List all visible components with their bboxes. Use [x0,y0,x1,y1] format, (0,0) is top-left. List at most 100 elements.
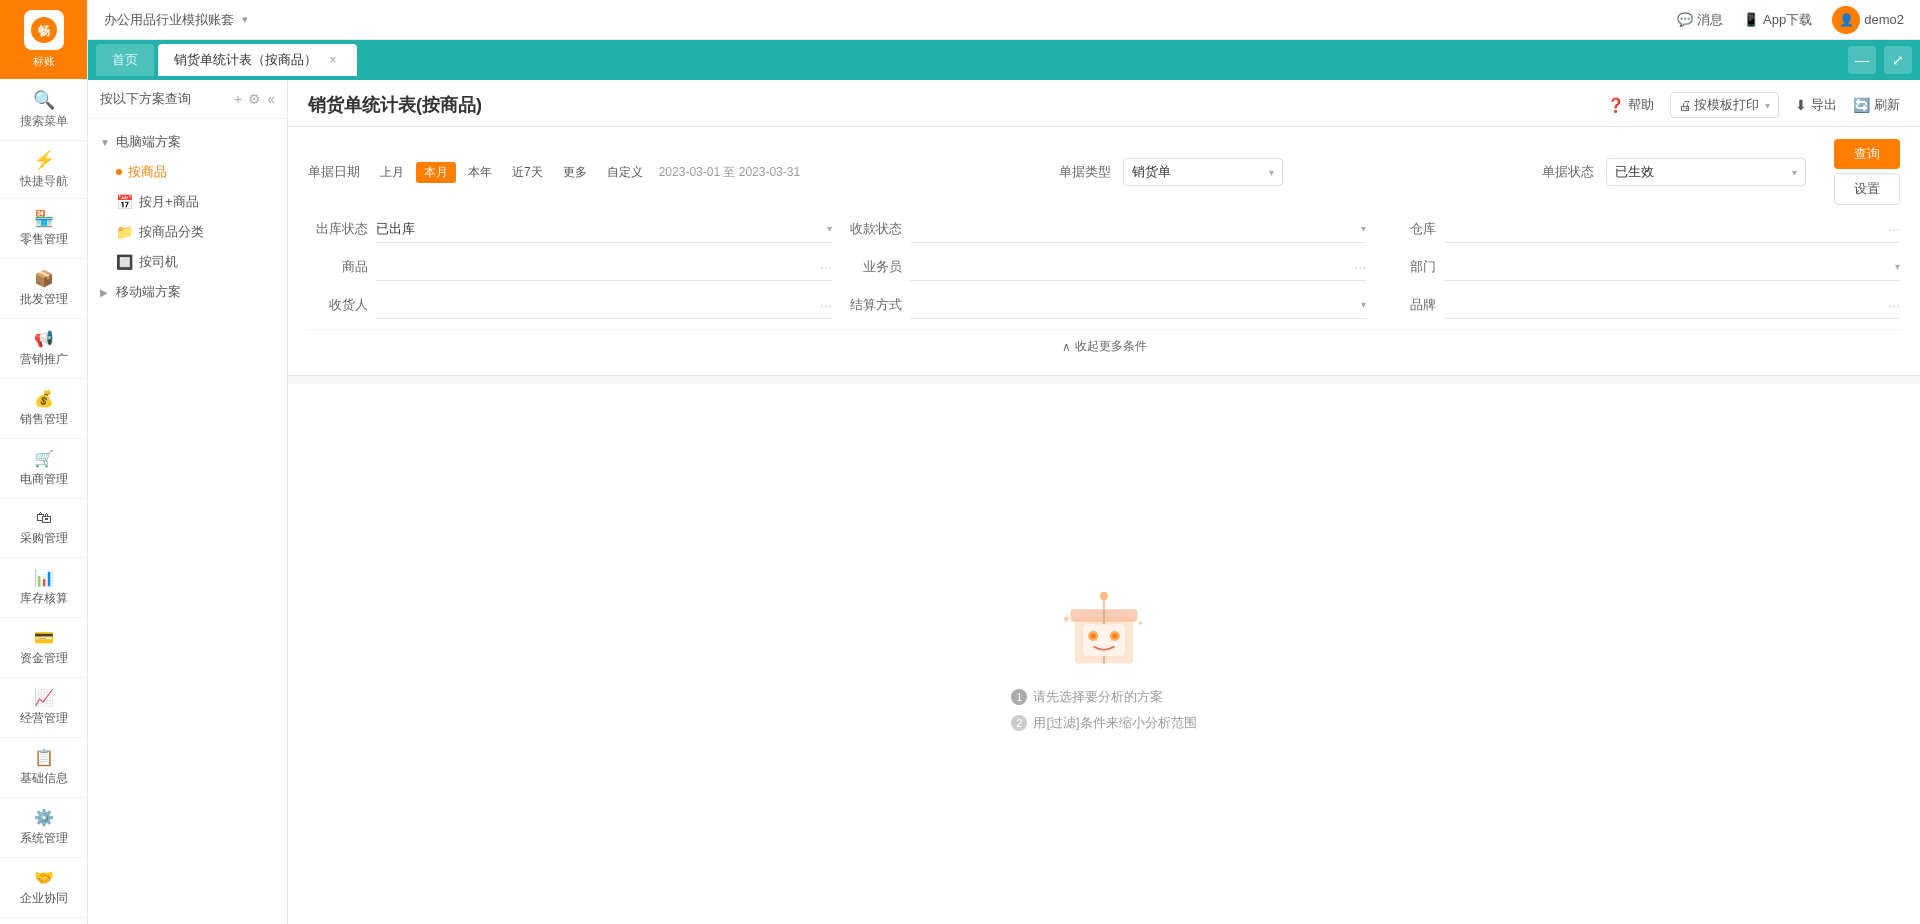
page-header-actions: ❓ 帮助 🖨 按模板打印 ▾ ⬇ 导出 🔄 刷新 [1607,92,1900,118]
print-icon: 🖨 [1679,98,1692,113]
doc-type-select[interactable]: 销货单 ▾ [1123,158,1283,186]
panel-actions: + ⚙ « [234,91,275,107]
tree-arrow-desktop: ▼ [100,137,112,148]
quick-nav-item[interactable]: ⚡ 快捷导航 [0,141,87,199]
collapse-panel-button[interactable]: « [267,91,275,107]
tree-item-by-driver[interactable]: 🔲 按司机 [88,247,287,277]
sidebar-item-operation[interactable]: 📈 经营管理 [0,678,87,738]
doc-type-value: 销货单 [1132,163,1171,181]
sales-icon: 💰 [34,389,54,408]
payment-method-arrow: ▾ [1361,299,1366,310]
message-button[interactable]: 💬 消息 [1677,11,1723,29]
svg-rect-5 [1083,624,1125,656]
sidebar-item-basic[interactable]: 📋 基础信息 [0,738,87,798]
brand-value-container[interactable]: ··· [1444,291,1900,319]
date-tab-more[interactable]: 更多 [555,162,595,183]
user-profile-button[interactable]: 👤 demo2 [1832,6,1904,34]
svg-point-11 [1100,592,1108,600]
tree-label-by-goods: 按商品 [128,163,275,181]
tree-item-by-goods[interactable]: 按商品 [88,157,287,187]
staff-label: 业务员 [842,258,902,276]
finance-label: 资金管理 [20,650,68,667]
settings-scheme-button[interactable]: ⚙ [248,91,261,107]
date-tab-thismonth[interactable]: 本月 [416,162,456,183]
tree-section-desktop[interactable]: ▼ 电脑端方案 [88,127,287,157]
doc-status-value: 已生效 [1615,163,1654,181]
wholesale-label: 批发管理 [20,291,68,308]
out-status-label: 出库状态 [308,220,368,238]
filter-row-2: 出库状态 已出库 ▾ 收款状态 ▾ 仓库 [308,215,1900,243]
payment-status-value-container[interactable]: ▾ [910,215,1366,243]
staff-value-container[interactable]: ··· [910,253,1366,281]
warehouse-label: 仓库 [1376,220,1436,238]
query-button[interactable]: 查询 [1834,139,1900,169]
export-button[interactable]: ⬇ 导出 [1795,96,1837,114]
search-menu-item[interactable]: 🔍 搜索菜单 [0,79,87,141]
tree-section-mobile[interactable]: ▶ 移动端方案 [88,277,287,307]
out-status-value-container[interactable]: 已出库 ▾ [376,215,832,243]
export-label: 导出 [1811,96,1837,114]
sidebar-item-inventory[interactable]: 📊 库存核算 [0,558,87,618]
sidebar-item-newuser[interactable]: 🌱 新手引导 [0,918,87,924]
department-value-container[interactable]: ▾ [1444,253,1900,281]
title-dropdown-icon[interactable]: ▾ [242,13,248,26]
goods-field: 商品 ··· [308,253,832,281]
out-status-value: 已出库 [376,220,415,238]
system-icon: ⚙️ [34,808,54,827]
date-tab-lastmonth[interactable]: 上月 [372,162,412,183]
recipient-dots: ··· [820,297,832,313]
help-icon: ❓ [1607,97,1624,113]
add-scheme-button[interactable]: + [234,91,242,107]
print-button[interactable]: 🖨 按模板打印 ▾ [1670,92,1779,118]
ecommerce-icon: 🛒 [34,449,54,468]
export-icon: ⬇ [1795,97,1807,113]
tab-bar: 首页 销货单统计表（按商品） × — ⤢ [88,40,1920,80]
date-tab-custom[interactable]: 自定义 [599,162,651,183]
warehouse-field: 仓库 ··· [1376,215,1900,243]
sidebar-item-ecommerce[interactable]: 🛒 电商管理 [0,439,87,499]
out-status-field: 出库状态 已出库 ▾ [308,215,832,243]
goods-value-container[interactable]: ··· [376,253,832,281]
sidebar-item-wholesale[interactable]: 📦 批发管理 [0,259,87,319]
sidebar-item-marketing[interactable]: 📢 营销推广 [0,319,87,379]
help-button[interactable]: ❓ 帮助 [1607,96,1654,114]
staff-field: 业务员 ··· [842,253,1366,281]
settings-button[interactable]: 设置 [1834,173,1900,205]
tab-active[interactable]: 销货单统计表（按商品） × [158,44,357,76]
sidebar-item-system[interactable]: ⚙️ 系统管理 [0,798,87,858]
collapse-arrow: ∧ [1062,340,1071,354]
payment-method-label: 结算方式 [842,296,902,314]
refresh-button[interactable]: 🔄 刷新 [1853,96,1900,114]
search-label: 搜索菜单 [20,113,68,130]
sidebar: 畅 标账 🔍 搜索菜单 ⚡ 快捷导航 🏪 零售管理 📦 批发管理 📢 营销推广 … [0,0,88,924]
print-arrow: ▾ [1765,100,1770,111]
doc-status-select[interactable]: 已生效 ▾ [1606,158,1806,186]
payment-method-value-container[interactable]: ▾ [910,291,1366,319]
tab-close-button[interactable]: × [325,52,341,68]
sidebar-item-finance[interactable]: 💳 资金管理 [0,618,87,678]
tab-home[interactable]: 首页 [96,44,154,76]
tree-item-by-category[interactable]: 📁 按商品分类 [88,217,287,247]
minimize-icon: — [1855,52,1869,68]
tab-maximize-button[interactable]: ⤢ [1884,46,1912,74]
sidebar-item-retail[interactable]: 🏪 零售管理 [0,199,87,259]
date-tab-7days[interactable]: 近7天 [504,162,551,183]
empty-state: ★ ✦ ✦ 1 请先选择要分析的方案 2 用[过滤]条件来缩小分析范围 [288,384,1920,924]
recipient-label: 收货人 [308,296,368,314]
svg-point-9 [1112,634,1117,639]
date-tab-thisyear[interactable]: 本年 [460,162,500,183]
svg-text:★: ★ [1062,613,1071,624]
tab-active-label: 销货单统计表（按商品） [174,51,317,69]
tab-minimize-button[interactable]: — [1848,46,1876,74]
tree-item-by-month-goods[interactable]: 📅 按月+商品 [88,187,287,217]
collapse-bar[interactable]: ∧ 收起更多条件 [308,329,1900,363]
recipient-value-container[interactable]: ··· [376,291,832,319]
sidebar-item-sales[interactable]: 💰 销售管理 [0,379,87,439]
tab-home-label: 首页 [112,51,138,69]
sidebar-item-purchase[interactable]: 🛍 采购管理 [0,499,87,558]
app-download-button[interactable]: 📱 App下载 [1743,11,1812,29]
tree-label-by-driver: 按司机 [139,253,275,271]
warehouse-value-container[interactable]: ··· [1444,215,1900,243]
sidebar-item-enterprise[interactable]: 🤝 企业协同 [0,858,87,918]
message-label: 消息 [1697,11,1723,29]
